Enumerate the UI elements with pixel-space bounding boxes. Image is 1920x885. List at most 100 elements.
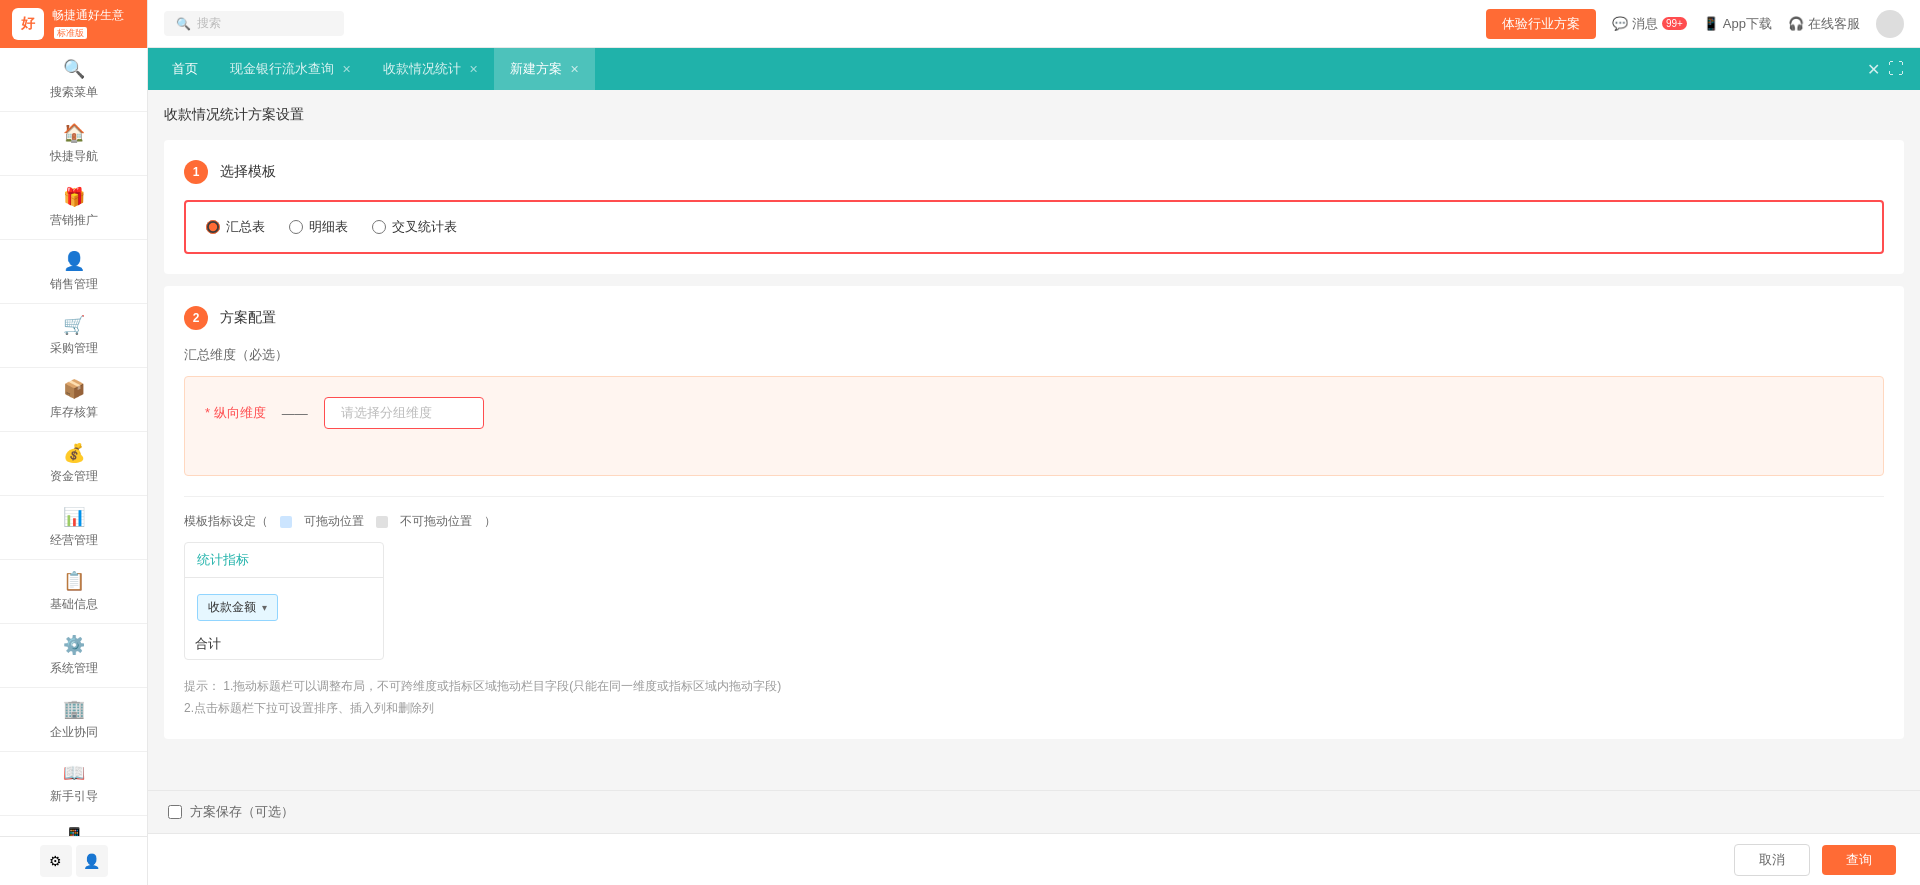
query-button[interactable]: 查询 — [1822, 845, 1896, 875]
header-search-box[interactable]: 🔍 搜索 — [164, 11, 344, 36]
main-area: 🔍 搜索 体验行业方案 💬 消息 99+ 📱 App下载 🎧 在线客服 首页 — [148, 0, 1920, 885]
sidebar-item-label: 采购管理 — [50, 340, 98, 357]
sidebar-item-guide[interactable]: 📖 新手引导 — [0, 752, 147, 816]
service-icon: 🎧 — [1788, 16, 1804, 31]
money-icon: 💰 — [63, 442, 85, 464]
service-label: 在线客服 — [1808, 15, 1860, 33]
radio-summary-input[interactable] — [206, 220, 220, 234]
search-icon: 🔍 — [176, 17, 191, 31]
step1-row: 1 选择模板 — [184, 160, 1884, 184]
gear-icon: ⚙️ — [63, 634, 85, 656]
tab-bank[interactable]: 现金银行流水查询 ✕ — [214, 48, 367, 90]
legend-fixed-label: 不可拖动位置 — [400, 513, 472, 530]
sidebar-settings-btn[interactable]: ⚙ — [40, 845, 72, 877]
sidebar-item-label: 营销推广 — [50, 212, 98, 229]
sidebar-item-sales[interactable]: 👤 销售管理 — [0, 240, 147, 304]
logo-icon: 好 — [12, 8, 44, 40]
building-icon: 🏢 — [63, 698, 85, 720]
sidebar-item-hardware[interactable]: 📱 智能硬件 — [0, 816, 147, 836]
save-checkbox[interactable] — [168, 805, 182, 819]
divider — [184, 496, 1884, 497]
search-icon: 🔍 — [63, 58, 85, 80]
step2-card: 2 方案配置 汇总维度（必选） * 纵向维度 —— 请选择分组维度 模板指标设定… — [164, 286, 1904, 739]
tip-2: 2.点击标题栏下拉可设置排序、插入列和删除列 — [184, 698, 1884, 720]
sidebar-item-label: 快捷导航 — [50, 148, 98, 165]
sidebar-user-btn[interactable]: 👤 — [76, 845, 108, 877]
metrics-tag-amount[interactable]: 收款金额 ▾ — [197, 594, 278, 621]
dimension-area: * 纵向维度 —— 请选择分组维度 — [184, 376, 1884, 476]
tip-1: 提示： 1.拖动标题栏可以调整布局，不可跨维度或指标区域拖动栏目字段(只能在同一… — [184, 676, 1884, 698]
sidebar: 好 畅捷通好生意 标准版 🔍 搜索菜单 🏠 快捷导航 🎁 营销推广 👤 销售管理… — [0, 0, 148, 885]
metrics-tag-label: 收款金额 — [208, 599, 256, 616]
sidebar-item-nav[interactable]: 🏠 快捷导航 — [0, 112, 147, 176]
tips-section: 提示： 1.拖动标题栏可以调整布局，不可跨维度或指标区域拖动栏目字段(只能在同一… — [184, 676, 1884, 719]
sidebar-item-corp[interactable]: 🏢 企业协同 — [0, 688, 147, 752]
sidebar-item-finance[interactable]: 💰 资金管理 — [0, 432, 147, 496]
metrics-legend: 模板指标设定（ 可拖动位置 不可拖动位置 ） — [184, 513, 1884, 530]
page-title: 收款情况统计方案设置 — [164, 106, 1904, 124]
download-icon: 📱 — [1703, 16, 1719, 31]
tab-home[interactable]: 首页 — [156, 48, 214, 90]
message-btn[interactable]: 💬 消息 99+ — [1612, 15, 1687, 33]
sidebar-item-label: 库存核算 — [50, 404, 98, 421]
search-placeholder: 搜索 — [197, 15, 221, 32]
home-icon: 🏠 — [63, 122, 85, 144]
tab-home-label: 首页 — [172, 60, 198, 78]
metrics-table: 统计指标 收款金额 ▾ 合计 — [184, 542, 384, 660]
sidebar-item-marketing[interactable]: 🎁 营销推广 — [0, 176, 147, 240]
tab-new-label: 新建方案 — [510, 60, 562, 78]
tab-new[interactable]: 新建方案 ✕ — [494, 48, 595, 90]
sidebar-item-search[interactable]: 🔍 搜索菜单 — [0, 48, 147, 112]
metrics-tag-row: 收款金额 ▾ — [185, 586, 383, 629]
sidebar-logo: 好 畅捷通好生意 标准版 — [0, 0, 147, 48]
message-icon: 💬 — [1612, 16, 1628, 31]
page-footer: 方案保存（可选） — [148, 790, 1920, 833]
legend-close: ） — [484, 513, 496, 530]
sidebar-item-operation[interactable]: 📊 经营管理 — [0, 496, 147, 560]
sidebar-bottom: ⚙ 👤 — [0, 836, 147, 885]
message-badge: 99+ — [1662, 17, 1687, 30]
sidebar-nav: 🔍 搜索菜单 🏠 快捷导航 🎁 营销推广 👤 销售管理 🛒 采购管理 📦 库存核… — [0, 48, 147, 836]
tab-close-all-icon[interactable]: ✕ — [1867, 60, 1880, 79]
download-label: App下载 — [1723, 15, 1772, 33]
tab-bank-close[interactable]: ✕ — [342, 63, 351, 76]
dimension-selector[interactable]: 请选择分组维度 — [324, 397, 484, 429]
tab-stats[interactable]: 收款情况统计 ✕ — [367, 48, 494, 90]
cancel-button[interactable]: 取消 — [1734, 844, 1810, 876]
tab-maximize-icon[interactable]: ⛶ — [1888, 60, 1904, 78]
cart-icon: 🛒 — [63, 314, 85, 336]
radio-summary-label: 汇总表 — [226, 218, 265, 236]
sidebar-item-basic[interactable]: 📋 基础信息 — [0, 560, 147, 624]
user-avatar[interactable] — [1876, 10, 1904, 38]
download-btn[interactable]: 📱 App下载 — [1703, 15, 1772, 33]
radio-cross[interactable]: 交叉统计表 — [372, 218, 457, 236]
vertical-label: * 纵向维度 — [205, 404, 266, 422]
radio-cross-input[interactable] — [372, 220, 386, 234]
tab-bank-label: 现金银行流水查询 — [230, 60, 334, 78]
tab-new-close[interactable]: ✕ — [570, 63, 579, 76]
sidebar-item-label: 企业协同 — [50, 724, 98, 741]
legend-movable-dot — [280, 516, 292, 528]
box-icon: 📦 — [63, 378, 85, 400]
step2-row: 2 方案配置 — [184, 306, 1884, 330]
content-area: 收款情况统计方案设置 1 选择模板 汇总表 明细表 — [148, 90, 1920, 885]
sidebar-item-purchase[interactable]: 🛒 采购管理 — [0, 304, 147, 368]
bottom-bar: 取消 查询 — [148, 833, 1920, 885]
radio-detail[interactable]: 明细表 — [289, 218, 348, 236]
tab-stats-label: 收款情况统计 — [383, 60, 461, 78]
chevron-down-icon: ▾ — [262, 602, 267, 613]
radio-detail-input[interactable] — [289, 220, 303, 234]
industry-btn[interactable]: 体验行业方案 — [1486, 9, 1596, 39]
logo-text: 畅捷通好生意 — [52, 8, 124, 24]
service-btn[interactable]: 🎧 在线客服 — [1788, 15, 1860, 33]
tab-stats-close[interactable]: ✕ — [469, 63, 478, 76]
header-actions: 体验行业方案 💬 消息 99+ 📱 App下载 🎧 在线客服 — [1486, 9, 1904, 39]
radio-summary[interactable]: 汇总表 — [206, 218, 265, 236]
tab-bar-end: ✕ ⛶ — [1867, 48, 1912, 90]
sidebar-item-label: 经营管理 — [50, 532, 98, 549]
sidebar-item-inventory[interactable]: 📦 库存核算 — [0, 368, 147, 432]
radio-cross-label: 交叉统计表 — [392, 218, 457, 236]
sidebar-item-system[interactable]: ⚙️ 系统管理 — [0, 624, 147, 688]
step1-label: 选择模板 — [220, 163, 276, 181]
chart-icon: 📊 — [63, 506, 85, 528]
